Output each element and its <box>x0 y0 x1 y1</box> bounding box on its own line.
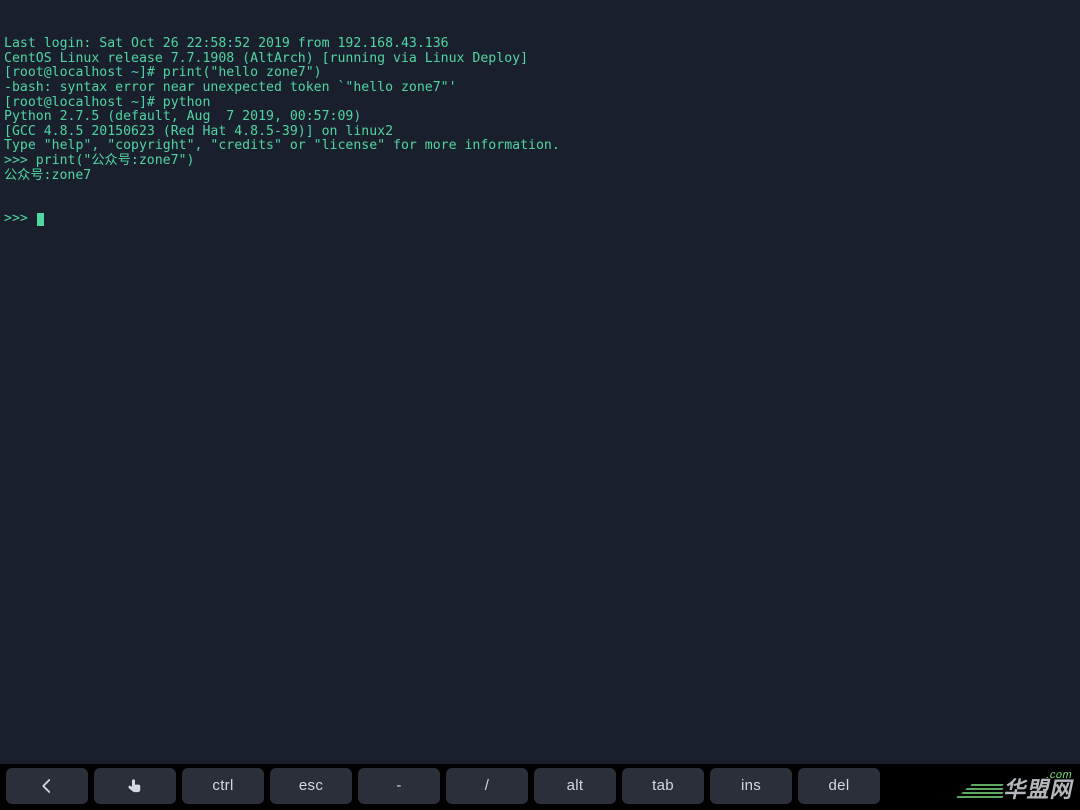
del-key[interactable]: del <box>798 768 880 804</box>
terminal-output[interactable]: Last login: Sat Oct 26 22:58:52 2019 fro… <box>0 0 1080 246</box>
dash-key[interactable]: - <box>358 768 440 804</box>
ctrl-key[interactable]: ctrl <box>182 768 264 804</box>
terminal-line: 公众号:zone7 <box>4 169 1076 184</box>
cursor <box>37 213 44 226</box>
terminal-line: Python 2.7.5 (default, Aug 7 2019, 00:57… <box>4 110 1076 125</box>
terminal-line: Type "help", "copyright", "credits" or "… <box>4 139 1076 154</box>
touch-icon <box>126 777 144 795</box>
terminal-line: [root@localhost ~]# python <box>4 96 1076 111</box>
terminal-line: Last login: Sat Oct 26 22:58:52 2019 fro… <box>4 37 1076 52</box>
esc-key[interactable]: esc <box>270 768 352 804</box>
key-label: ins <box>741 779 761 794</box>
chevron-left-icon <box>38 777 56 795</box>
tab-key[interactable]: tab <box>622 768 704 804</box>
virtual-keyboard-toolbar: ctrl esc - / alt tab ins del <box>0 764 1080 810</box>
terminal-line: >>> print("公众号:zone7") <box>4 154 1076 169</box>
ins-key[interactable]: ins <box>710 768 792 804</box>
terminal-line: CentOS Linux release 7.7.1908 (AltArch) … <box>4 52 1076 67</box>
key-label: alt <box>567 779 584 794</box>
key-label: esc <box>299 779 323 794</box>
terminal-line: -bash: syntax error near unexpected toke… <box>4 81 1076 96</box>
back-key[interactable] <box>6 768 88 804</box>
key-label: del <box>829 779 850 794</box>
terminal-line: [GCC 4.8.5 20150623 (Red Hat 4.8.5-39)] … <box>4 125 1076 140</box>
python-prompt: >>> <box>4 211 36 226</box>
key-label: - <box>396 779 401 794</box>
key-label: / <box>485 779 489 794</box>
touch-key[interactable] <box>94 768 176 804</box>
alt-key[interactable]: alt <box>534 768 616 804</box>
slash-key[interactable]: / <box>446 768 528 804</box>
key-label: tab <box>652 779 674 794</box>
terminal-line: [root@localhost ~]# print("hello zone7") <box>4 66 1076 81</box>
key-label: ctrl <box>212 779 233 794</box>
